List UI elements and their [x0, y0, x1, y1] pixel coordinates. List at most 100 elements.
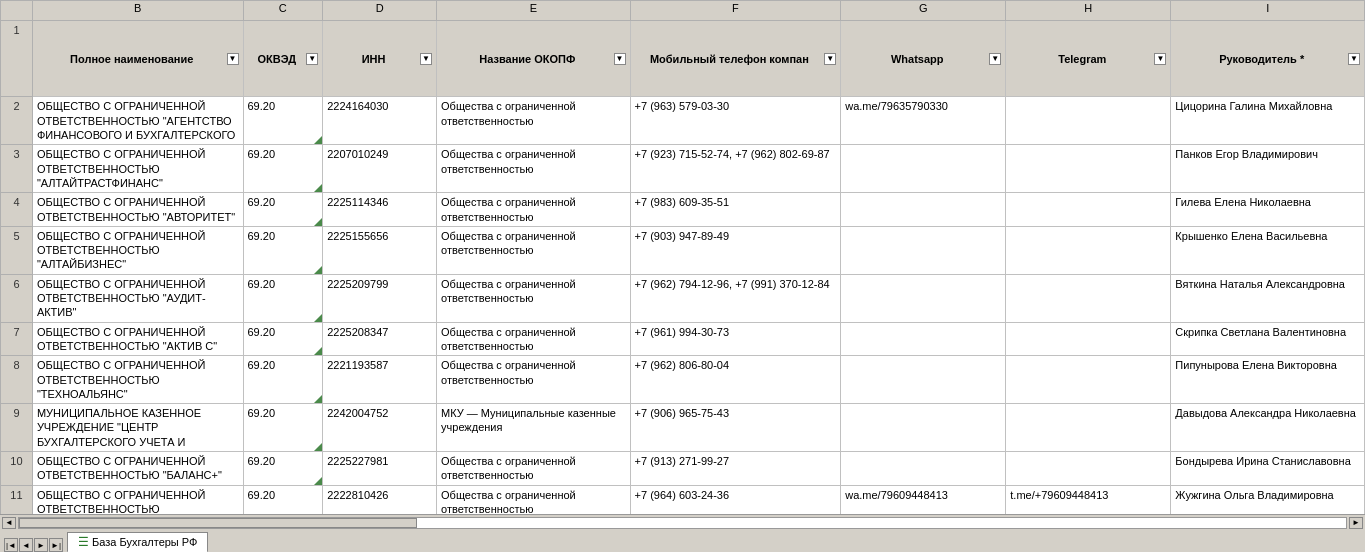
cell-7-h[interactable] [1006, 322, 1171, 356]
nav-last-btn[interactable]: ►| [49, 538, 63, 552]
cell-7-d[interactable]: 2225208347 [323, 322, 437, 356]
cell-3-c[interactable]: 69.20 [243, 145, 323, 193]
col-f-header[interactable]: F [630, 1, 841, 21]
cell-10-e[interactable]: Общества с ограниченной ответственностью [437, 452, 631, 486]
cell-4-h[interactable] [1006, 193, 1171, 227]
cell-8-h[interactable] [1006, 356, 1171, 404]
cell-8-c[interactable]: 69.20 [243, 356, 323, 404]
nav-prev-btn[interactable]: ◄ [19, 538, 33, 552]
cell-7-c[interactable]: 69.20 [243, 322, 323, 356]
cell-6-e[interactable]: Общества с ограниченной ответственностью [437, 274, 631, 322]
cell-9-d[interactable]: 2242004752 [323, 404, 437, 452]
cell-10-g[interactable] [841, 452, 1006, 486]
table-row[interactable]: 8ОБЩЕСТВО С ОГРАНИЧЕННОЙ ОТВЕТСТВЕННОСТЬ… [1, 356, 1365, 404]
cell-10-c[interactable]: 69.20 [243, 452, 323, 486]
col-c-header[interactable]: C [243, 1, 323, 21]
cell-6-d[interactable]: 2225209799 [323, 274, 437, 322]
scroll-left-btn[interactable]: ◄ [2, 517, 16, 529]
cell-2-g[interactable]: wa.me/79635790330 [841, 97, 1006, 145]
horizontal-scrollbar[interactable]: ◄ ► [0, 514, 1365, 530]
cell-5-b[interactable]: ОБЩЕСТВО С ОГРАНИЧЕННОЙ ОТВЕТСТВЕННОСТЬЮ… [32, 226, 243, 274]
cell-2-d[interactable]: 2224164030 [323, 97, 437, 145]
cell-3-d[interactable]: 2207010249 [323, 145, 437, 193]
table-row[interactable]: 7ОБЩЕСТВО С ОГРАНИЧЕННОЙ ОТВЕТСТВЕННОСТЬ… [1, 322, 1365, 356]
cell-6-b[interactable]: ОБЩЕСТВО С ОГРАНИЧЕННОЙ ОТВЕТСТВЕННОСТЬЮ… [32, 274, 243, 322]
col-i-header[interactable]: I [1171, 1, 1365, 21]
filter-btn-h[interactable]: ▼ [1154, 53, 1166, 65]
col-e-header[interactable]: E [437, 1, 631, 21]
cell-4-g[interactable] [841, 193, 1006, 227]
cell-2-h[interactable] [1006, 97, 1171, 145]
table-row[interactable]: 5ОБЩЕСТВО С ОГРАНИЧЕННОЙ ОТВЕТСТВЕННОСТЬ… [1, 226, 1365, 274]
nav-first-btn[interactable]: |◄ [4, 538, 18, 552]
filter-btn-g[interactable]: ▼ [989, 53, 1001, 65]
cell-8-f[interactable]: +7 (962) 806-80-04 [630, 356, 841, 404]
col-g-header[interactable]: G [841, 1, 1006, 21]
cell-9-g[interactable] [841, 404, 1006, 452]
cell-3-h[interactable] [1006, 145, 1171, 193]
cell-9-b[interactable]: МУНИЦИПАЛЬНОЕ КАЗЕННОЕ УЧРЕЖДЕНИЕ "ЦЕНТР… [32, 404, 243, 452]
cell-10-b[interactable]: ОБЩЕСТВО С ОГРАНИЧЕННОЙ ОТВЕТСТВЕННОСТЬЮ… [32, 452, 243, 486]
cell-5-h[interactable] [1006, 226, 1171, 274]
sheet-tab-main[interactable]: ☰ База Бухгалтеры РФ [67, 532, 208, 552]
scrollbar-thumb[interactable] [19, 518, 417, 528]
col-d-header[interactable]: D [323, 1, 437, 21]
filter-btn-i[interactable]: ▼ [1348, 53, 1360, 65]
cell-8-b[interactable]: ОБЩЕСТВО С ОГРАНИЧЕННОЙ ОТВЕТСТВЕННОСТЬЮ… [32, 356, 243, 404]
cell-8-g[interactable] [841, 356, 1006, 404]
cell-4-c[interactable]: 69.20 [243, 193, 323, 227]
table-row[interactable]: 6ОБЩЕСТВО С ОГРАНИЧЕННОЙ ОТВЕТСТВЕННОСТЬ… [1, 274, 1365, 322]
cell-3-e[interactable]: Общества с ограниченной ответственностью [437, 145, 631, 193]
cell-4-i[interactable]: Гилева Елена Николаевна [1171, 193, 1365, 227]
cell-9-e[interactable]: МКУ — Муниципальные казенные учреждения [437, 404, 631, 452]
cell-3-b[interactable]: ОБЩЕСТВО С ОГРАНИЧЕННОЙ ОТВЕТСТВЕННОСТЬЮ… [32, 145, 243, 193]
cell-6-g[interactable] [841, 274, 1006, 322]
cell-4-e[interactable]: Общества с ограниченной ответственностью [437, 193, 631, 227]
cell-3-g[interactable] [841, 145, 1006, 193]
filter-btn-f[interactable]: ▼ [824, 53, 836, 65]
cell-7-f[interactable]: +7 (961) 994-30-73 [630, 322, 841, 356]
cell-6-c[interactable]: 69.20 [243, 274, 323, 322]
cell-9-i[interactable]: Давыдова Александра Николаевна [1171, 404, 1365, 452]
filter-btn-b[interactable]: ▼ [227, 53, 239, 65]
cell-2-i[interactable]: Цицорина Галина Михайловна [1171, 97, 1365, 145]
cell-10-i[interactable]: Бондырева Ирина Станиславовна [1171, 452, 1365, 486]
cell-5-d[interactable]: 2225155656 [323, 226, 437, 274]
filter-btn-d[interactable]: ▼ [420, 53, 432, 65]
cell-2-c[interactable]: 69.20 [243, 97, 323, 145]
col-h-header[interactable]: H [1006, 1, 1171, 21]
cell-8-i[interactable]: Пипунырова Елена Викторовна [1171, 356, 1365, 404]
cell-5-f[interactable]: +7 (903) 947-89-49 [630, 226, 841, 274]
cell-7-i[interactable]: Скрипка Светлана Валентиновна [1171, 322, 1365, 356]
cell-3-i[interactable]: Панков Егор Владимирович [1171, 145, 1365, 193]
cell-2-f[interactable]: +7 (963) 579-03-30 [630, 97, 841, 145]
cell-2-b[interactable]: ОБЩЕСТВО С ОГРАНИЧЕННОЙ ОТВЕТСТВЕННОСТЬЮ… [32, 97, 243, 145]
cell-9-h[interactable] [1006, 404, 1171, 452]
table-row[interactable]: 4ОБЩЕСТВО С ОГРАНИЧЕННОЙ ОТВЕТСТВЕННОСТЬ… [1, 193, 1365, 227]
table-row[interactable]: 2ОБЩЕСТВО С ОГРАНИЧЕННОЙ ОТВЕТСТВЕННОСТЬ… [1, 97, 1365, 145]
cell-5-c[interactable]: 69.20 [243, 226, 323, 274]
cell-5-e[interactable]: Общества с ограниченной ответственностью [437, 226, 631, 274]
cell-8-e[interactable]: Общества с ограниченной ответственностью [437, 356, 631, 404]
cell-9-f[interactable]: +7 (906) 965-75-43 [630, 404, 841, 452]
cell-10-d[interactable]: 2225227981 [323, 452, 437, 486]
scrollbar-track[interactable] [18, 517, 1347, 529]
table-row[interactable]: 10ОБЩЕСТВО С ОГРАНИЧЕННОЙ ОТВЕТСТВЕННОСТ… [1, 452, 1365, 486]
cell-5-g[interactable] [841, 226, 1006, 274]
cell-10-h[interactable] [1006, 452, 1171, 486]
cell-7-b[interactable]: ОБЩЕСТВО С ОГРАНИЧЕННОЙ ОТВЕТСТВЕННОСТЬЮ… [32, 322, 243, 356]
cell-4-d[interactable]: 2225114346 [323, 193, 437, 227]
cell-10-f[interactable]: +7 (913) 271-99-27 [630, 452, 841, 486]
cell-2-e[interactable]: Общества с ограниченной ответственностью [437, 97, 631, 145]
cell-5-i[interactable]: Крышенко Елена Васильевна [1171, 226, 1365, 274]
nav-next-btn[interactable]: ► [34, 538, 48, 552]
filter-btn-e[interactable]: ▼ [614, 53, 626, 65]
cell-7-g[interactable] [841, 322, 1006, 356]
cell-4-b[interactable]: ОБЩЕСТВО С ОГРАНИЧЕННОЙ ОТВЕТСТВЕННОСТЬЮ… [32, 193, 243, 227]
scroll-right-btn[interactable]: ► [1349, 517, 1363, 529]
col-b-header[interactable]: B [32, 1, 243, 21]
table-row[interactable]: 9МУНИЦИПАЛЬНОЕ КАЗЕННОЕ УЧРЕЖДЕНИЕ "ЦЕНТ… [1, 404, 1365, 452]
cell-6-h[interactable] [1006, 274, 1171, 322]
table-row[interactable]: 3ОБЩЕСТВО С ОГРАНИЧЕННОЙ ОТВЕТСТВЕННОСТЬ… [1, 145, 1365, 193]
cell-6-i[interactable]: Вяткина Наталья Александровна [1171, 274, 1365, 322]
